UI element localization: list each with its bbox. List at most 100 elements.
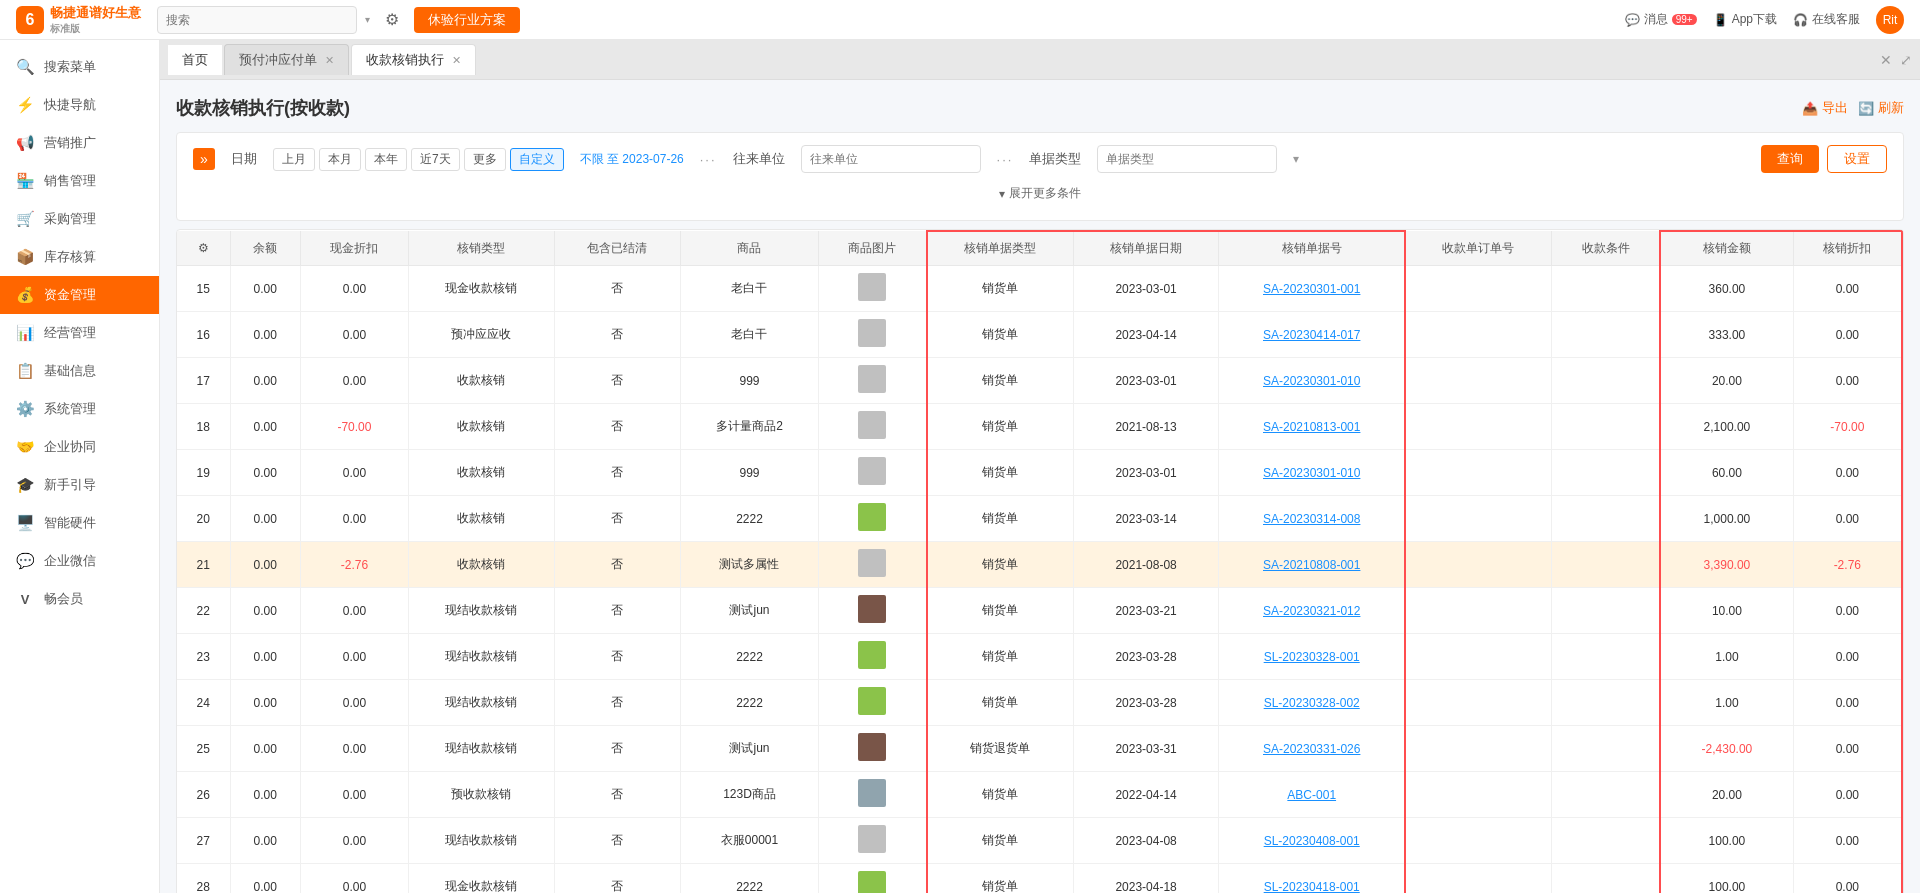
industry-btn[interactable]: 休验行业方案 [414,7,520,33]
tab-prepay[interactable]: 预付冲应付单 ✕ [224,44,349,75]
doc-no-link[interactable]: SA-20230301-010 [1263,374,1360,388]
cell-receipt-condition [1551,772,1660,818]
date-btn-7days[interactable]: 近7天 [411,148,460,171]
sidebar-item-basic-info[interactable]: 📋 基础信息 [0,352,159,390]
settings-btn[interactable]: 设置 [1827,145,1887,173]
top-bar-center: ▾ ⚙ 休验行业方案 [157,6,1609,34]
sidebar-item-hardware[interactable]: 🖥️ 智能硬件 [0,504,159,542]
doc-no-link[interactable]: SA-20230331-026 [1263,742,1360,756]
sidebar-item-newguide[interactable]: 🎓 新手引导 [0,466,159,504]
gear-icon[interactable]: ⚙ [378,6,406,34]
cell-cancel-amount: 2,100.00 [1660,404,1793,450]
col-header-cancel-doc-type: 核销单据类型 [927,231,1073,266]
doc-no-link[interactable]: SL-20230328-002 [1264,696,1360,710]
tab-bar-right: ✕ ⤢ [1880,52,1912,68]
expand-more-btn[interactable]: ▾ 展开更多条件 [999,179,1081,208]
message-btn[interactable]: 💬 消息 99+ [1625,11,1697,28]
col-header-setting[interactable]: ⚙ [177,231,230,266]
cell-receipt-condition [1551,358,1660,404]
page-title: 收款核销执行(按收款) [176,96,350,120]
col-header-goods: 商品 [681,231,818,266]
sidebar-item-inventory[interactable]: 📦 库存核算 [0,238,159,276]
sidebar-item-purchase[interactable]: 🛒 采购管理 [0,200,159,238]
doc-no-link[interactable]: ABC-001 [1287,788,1336,802]
cell-goods-img [818,772,927,818]
cell-goods: 多计量商品2 [681,404,818,450]
cell-cancel-doc-date: 2023-04-18 [1073,864,1219,894]
sidebar-item-member[interactable]: V 畅会员 [0,580,159,618]
date-btn-this-year[interactable]: 本年 [365,148,407,171]
doc-no-link[interactable]: SA-20230301-001 [1263,282,1360,296]
sidebar-item-system[interactable]: ⚙️ 系统管理 [0,390,159,428]
doc-no-link[interactable]: SA-20230321-012 [1263,604,1360,618]
row-number: 18 [177,404,230,450]
tab-home[interactable]: 首页 [168,45,222,75]
app-logo: 6 畅捷通谱好生意 标准版 [16,4,141,36]
date-btn-custom[interactable]: 自定义 [510,148,564,171]
cell-balance: 0.00 [230,726,300,772]
cell-receipt-condition [1551,450,1660,496]
cell-cancel-discount: 0.00 [1793,358,1902,404]
app-download-btn[interactable]: 📱 App下载 [1713,11,1777,28]
cell-balance: 0.00 [230,358,300,404]
service-icon: 🎧 [1793,13,1808,27]
cell-cancel-doc-no: SA-20230321-012 [1219,588,1405,634]
message-icon: 💬 [1625,13,1640,27]
col-header-goods-img: 商品图片 [818,231,927,266]
date-btn-last-month[interactable]: 上月 [273,148,315,171]
search-input[interactable] [157,6,357,34]
cell-balance: 0.00 [230,404,300,450]
doc-no-link[interactable]: SA-20230301-010 [1263,466,1360,480]
query-btn[interactable]: 查询 [1761,145,1819,173]
data-table: ⚙ 余额 现金折扣 核销类型 包含已结清 商品 商品图片 核销单据类型 核销单据… [177,230,1903,893]
online-service-btn[interactable]: 🎧 在线客服 [1793,11,1860,28]
doc-type-select[interactable] [1097,145,1277,173]
refresh-btn[interactable]: 🔄 刷新 [1858,99,1904,117]
partner-input[interactable] [801,145,981,173]
close-icon[interactable]: ✕ [452,54,461,67]
doc-no-link[interactable]: SA-20230314-008 [1263,512,1360,526]
doc-no-link[interactable]: SL-20230408-001 [1264,834,1360,848]
cell-receipt-condition [1551,404,1660,450]
cell-cancel-doc-no: ABC-001 [1219,772,1405,818]
maximize-icon[interactable]: ✕ [1880,52,1892,68]
cell-cancel-amount: 20.00 [1660,358,1793,404]
close-icon[interactable]: ✕ [325,54,334,67]
sidebar-item-quicknav[interactable]: ⚡ 快捷导航 [0,86,159,124]
fullscreen-icon[interactable]: ⤢ [1900,52,1912,68]
sidebar-item-wechat[interactable]: 💬 企业微信 [0,542,159,580]
cell-goods: 2222 [681,496,818,542]
sidebar-item-marketing[interactable]: 📢 营销推广 [0,124,159,162]
doc-no-link[interactable]: SA-20210808-001 [1263,558,1360,572]
dropdown-arrow-icon[interactable]: ▾ [365,14,370,25]
cell-cash-discount: 0.00 [300,450,408,496]
tab-receipt[interactable]: 收款核销执行 ✕ [351,44,476,75]
sidebar-item-sales[interactable]: 🏪 销售管理 [0,162,159,200]
sidebar-item-management[interactable]: 📊 经营管理 [0,314,159,352]
sidebar-item-finance[interactable]: 💰 资金管理 [0,276,159,314]
cell-cancel-discount: 0.00 [1793,266,1902,312]
sidebar-label-finance: 资金管理 [44,286,96,304]
sidebar-item-enterprise[interactable]: 🤝 企业协同 [0,428,159,466]
cell-goods-img [818,542,927,588]
doc-no-link[interactable]: SA-20210813-001 [1263,420,1360,434]
doc-no-link[interactable]: SL-20230328-001 [1264,650,1360,664]
page-header: 收款核销执行(按收款) 📤 导出 🔄 刷新 [176,96,1904,120]
doc-no-link[interactable]: SL-20230418-001 [1264,880,1360,894]
cell-receipt-condition [1551,634,1660,680]
export-btn[interactable]: 📤 导出 [1802,99,1848,117]
filter-expand-btn[interactable]: » [193,148,215,170]
doc-no-link[interactable]: SA-20230414-017 [1263,328,1360,342]
cell-goods-img [818,312,927,358]
cell-goods: 2222 [681,680,818,726]
avatar[interactable]: Rit [1876,6,1904,34]
date-btn-this-month[interactable]: 本月 [319,148,361,171]
filter-row: » 日期 上月 本月 本年 近7天 更多 自定义 不限 至 2023-07-26… [193,145,1887,173]
cell-cancel-doc-no: SA-20230301-010 [1219,358,1405,404]
date-btn-more[interactable]: 更多 [464,148,506,171]
app-icon: 📱 [1713,13,1728,27]
sidebar-label-search: 搜索菜单 [44,58,96,76]
sidebar-item-search[interactable]: 🔍 搜索菜单 [0,48,159,86]
enterprise-icon: 🤝 [16,438,34,456]
doc-type-dropdown-icon[interactable]: ▾ [1293,152,1299,166]
